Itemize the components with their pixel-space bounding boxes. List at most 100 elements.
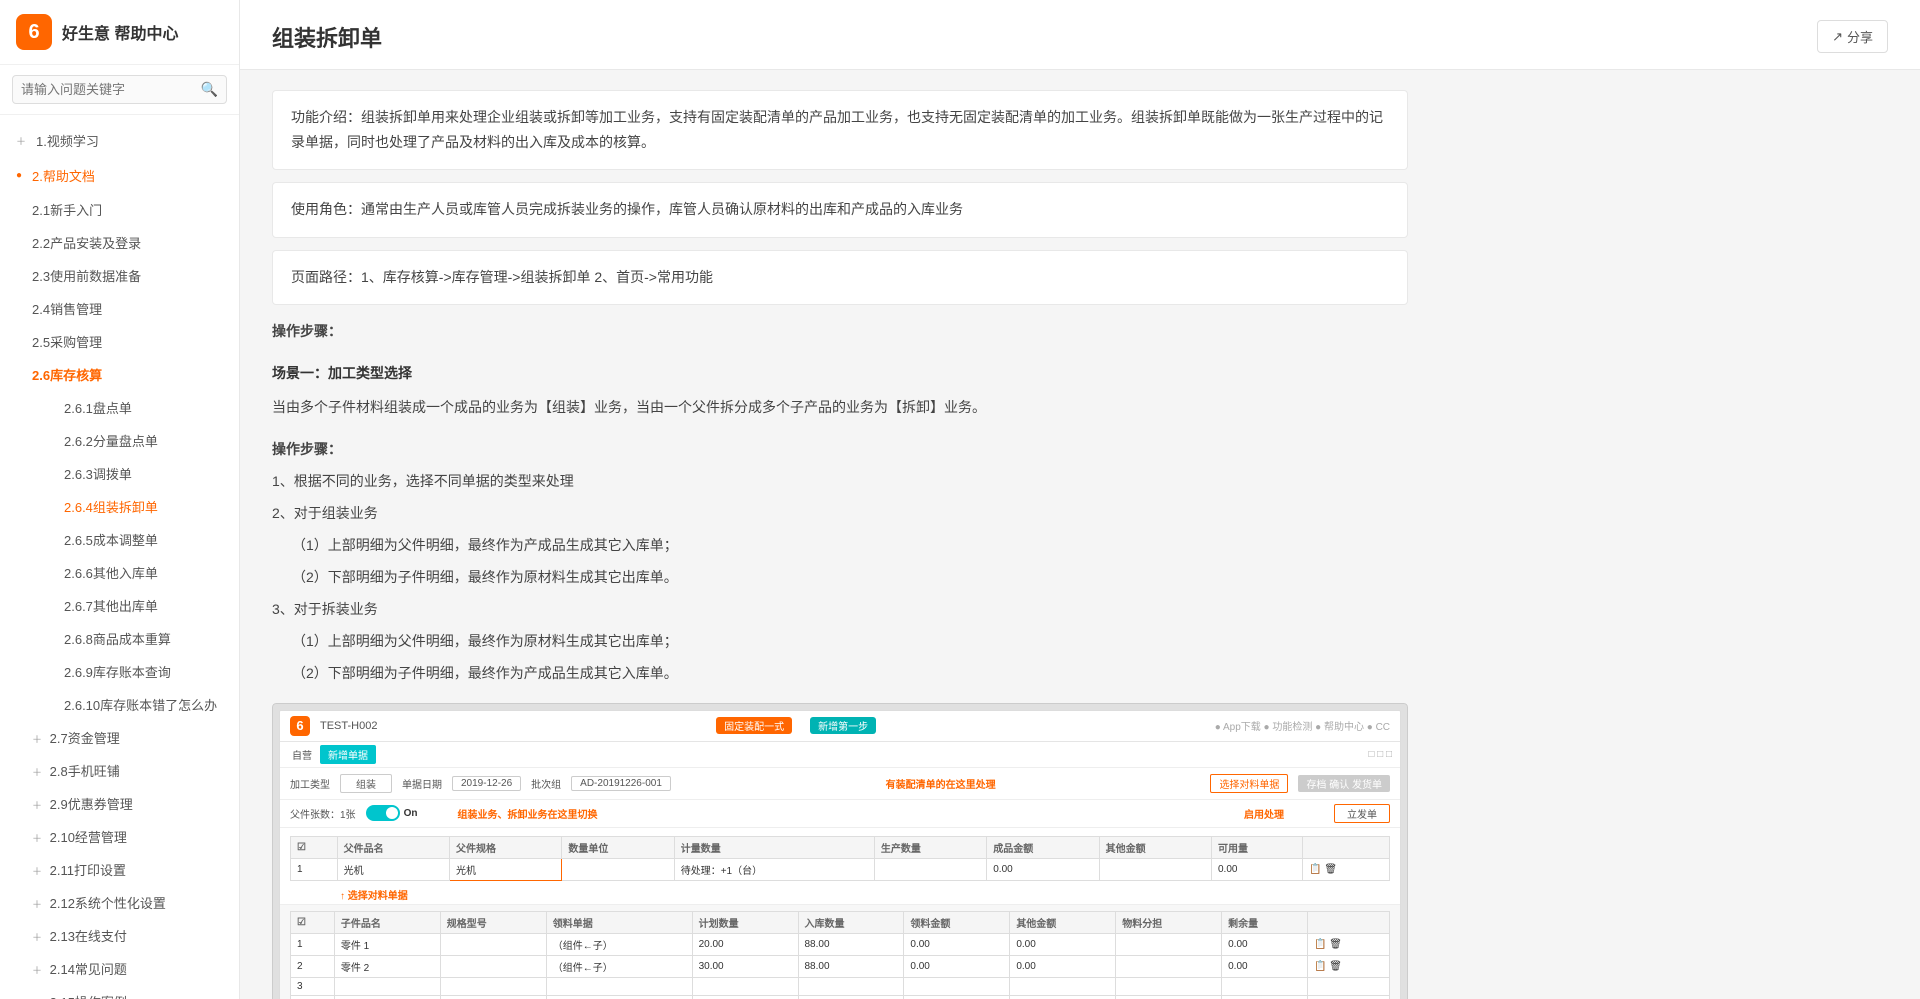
mock-lower-row4: 4 xyxy=(291,995,1390,999)
mock-lth-6: 领料金额 xyxy=(904,911,1010,933)
toggle-knob xyxy=(386,807,398,819)
mock-btn-save[interactable]: 存档 确认 发货单 xyxy=(1298,775,1390,792)
sidebar-item-finance[interactable]: ＋ 2.7资金管理 xyxy=(0,721,239,754)
expand-icon: ＋ xyxy=(16,133,26,148)
mock-lth-5: 入库数量 xyxy=(798,911,904,933)
step2-2: （2）下部明细为子件明细，最终作为原材料生成其它出库单。 xyxy=(292,563,1408,591)
mock-lth-10 xyxy=(1308,911,1390,933)
mock-lth-8: 物料分担 xyxy=(1116,911,1222,933)
expand-icon-docs: ● xyxy=(16,170,22,181)
mock-ltd-name1: 零件 1 xyxy=(334,933,440,955)
sidebar-item-print[interactable]: ＋ 2.11打印设置 xyxy=(0,853,239,886)
mock-td-name: 光机 xyxy=(337,858,449,880)
mock-process-btn[interactable]: 立发单 xyxy=(1334,804,1390,823)
mock-annotation4: 启用处理 xyxy=(1244,806,1284,821)
sidebar-item-goodscost[interactable]: 2.6.8商品成本重算 xyxy=(16,622,239,655)
scenario1-desc: 当由多个子件材料组装成一个成品的业务为【组装】业务，当由一个父件拆分成多个子产品… xyxy=(272,393,1408,421)
sidebar-item-ops[interactable]: ＋ 2.10经营管理 xyxy=(0,820,239,853)
sidebar-item-assembly[interactable]: 2.6.4组装拆卸单 xyxy=(16,490,239,523)
sidebar-item-video[interactable]: ＋ 1.视频学习 xyxy=(0,123,239,158)
sidebar-item-case[interactable]: ＋ 2.15操作案例 xyxy=(0,985,239,999)
steps-block: 操作步骤： 场景一：加工类型选择 当由多个子件材料组装成一个成品的业务为【组装】… xyxy=(272,317,1408,687)
mock-form-label1: 加工类型 xyxy=(290,776,330,791)
logo-icon: 6 xyxy=(16,14,52,50)
mock-action-btn: 新增第一步 xyxy=(810,717,876,734)
step3-2: （2）下部明细为子件明细，最终作为产成品生成其它入库单。 xyxy=(292,659,1408,687)
step1: 1、根据不同的业务，选择不同单据的类型来处理 xyxy=(272,467,1408,495)
sidebar-item-onlinepay[interactable]: ＋ 2.13在线支付 xyxy=(0,919,239,952)
sidebar-item-docs[interactable]: ● 2.帮助文档 xyxy=(0,158,239,193)
mock-btn-select[interactable]: 选择对料单据 xyxy=(1210,774,1288,793)
search-input[interactable] xyxy=(21,82,201,97)
mock-count-label: 父件张数：1张 xyxy=(290,806,356,821)
mock-batch-input[interactable]: AD-20191226-001 xyxy=(571,776,671,791)
sidebar-item-coupon[interactable]: ＋ 2.9优惠券管理 xyxy=(0,787,239,820)
mock-nav-active[interactable]: 新增单据 xyxy=(320,745,376,764)
step3-1: （1）上部明细为父件明细，最终作为原材料生成其它出库单； xyxy=(292,627,1408,655)
mock-td-qty2 xyxy=(874,858,986,880)
sidebar-item-otherinbound[interactable]: 2.6.6其他入库单 xyxy=(16,556,239,589)
sidebar: 6 好生意 帮助中心 🔍 ＋ 1.视频学习 ● 2.帮助文档 2.1新手入门 2… xyxy=(0,0,240,999)
sidebar-item-newbie[interactable]: 2.1新手入门 xyxy=(0,193,239,226)
mock-toggle-area[interactable]: On xyxy=(366,805,418,821)
mock-upper-row1: 1 光机 光机 待处理：+1（台） 0.00 0.00 📋 🗑 xyxy=(291,858,1390,880)
mock-td-spec: 光机 xyxy=(449,858,561,880)
mock-td-avail: 0.00 xyxy=(1212,858,1303,880)
mock-annotation3: 组装业务、拆卸业务在这里切换 xyxy=(457,806,597,821)
mock-annotation1: 有装配清单的在这里处理 xyxy=(681,776,1201,791)
sidebar-item-mobile[interactable]: ＋ 2.8手机旺铺 xyxy=(0,754,239,787)
nav-list: ＋ 1.视频学习 ● 2.帮助文档 2.1新手入门 2.2产品安装及登录 2.3… xyxy=(0,115,239,999)
role-desc-block: 使用角色：通常由生产人员或库管人员完成拆装业务的操作，库管人员确认原材料的出库和… xyxy=(272,182,1408,237)
content-body: 功能介绍：组装拆卸单用来处理企业组装或拆卸等加工业务，支持有固定装配清单的产品加… xyxy=(240,70,1440,999)
mock-lower-table: ☑ 子件品名 规格型号 领料单据 计划数量 入库数量 领料金额 其他金额 物料分… xyxy=(290,911,1390,999)
sidebar-item-otheroutbound[interactable]: 2.6.7其他出库单 xyxy=(16,589,239,622)
mock-th-3: 数量单位 xyxy=(562,836,674,858)
sidebar-item-stockerror[interactable]: 2.6.10库存账本错了怎么办 xyxy=(16,688,239,721)
sidebar-item-splitstock[interactable]: 2.6.2分量盘点单 xyxy=(16,424,239,457)
share-button[interactable]: ↗ 分享 xyxy=(1817,20,1888,53)
sidebar-item-install[interactable]: 2.2产品安装及登录 xyxy=(0,226,239,259)
search-box[interactable]: 🔍 xyxy=(12,75,227,104)
sidebar-item-stocktake[interactable]: 2.6.1盘点单 xyxy=(16,391,239,424)
sidebar-item-sales[interactable]: 2.4销售管理 xyxy=(0,292,239,325)
mock-date-input[interactable]: 2019-12-26 xyxy=(452,776,521,791)
mock-td-unit xyxy=(562,858,674,880)
sidebar-item-faq[interactable]: ＋ 2.14常见问题 xyxy=(0,952,239,985)
search-icon[interactable]: 🔍 xyxy=(201,81,218,98)
mock-td-ops: 📋 🗑 xyxy=(1303,858,1390,880)
mock-th-check: ☑ xyxy=(291,836,338,858)
mock-ltd-name2: 零件 2 xyxy=(334,955,440,977)
share-icon: ↗ xyxy=(1832,29,1843,45)
sidebar-item-stockcheck[interactable]: 2.6.9库存账本查询 xyxy=(16,655,239,688)
main-content: 组装拆卸单 ↗ 分享 功能介绍：组装拆卸单用来处理企业组装或拆卸等加工业务，支持… xyxy=(240,0,1920,999)
mock-nav-left[interactable]: 自营 xyxy=(288,745,316,764)
logo-text: 好生意 帮助中心 xyxy=(62,20,178,44)
mock-app-id: TEST-H002 xyxy=(320,720,377,732)
scenario1-title: 场景一：加工类型选择 xyxy=(272,359,1408,387)
mock-batch-label: 批次组 xyxy=(531,776,561,791)
sidebar-item-adjust[interactable]: 2.6.3调拨单 xyxy=(16,457,239,490)
content-header: 组装拆卸单 ↗ 分享 xyxy=(240,0,1920,70)
mock-th-1: 父件品名 xyxy=(337,836,449,858)
sidebar-item-inventory[interactable]: 2.6库存核算 xyxy=(0,358,239,391)
mock-lower-row1: 1 零件 1 （组件←子） 20.00 88.00 0.00 0.00 xyxy=(291,933,1390,955)
sidebar-item-sysconfig[interactable]: ＋ 2.12系统个性化设置 xyxy=(0,886,239,919)
mock-td-idx: 1 xyxy=(291,858,338,880)
mock-lth-1: 子件品名 xyxy=(334,911,440,933)
mock-th-4: 计量数量 xyxy=(674,836,874,858)
step2: 2、对于组装业务 xyxy=(272,499,1408,527)
sidebar-item-data[interactable]: 2.3使用前数据准备 xyxy=(0,259,239,292)
function-desc: 功能介绍：组装拆卸单用来处理企业组装或拆卸等加工业务，支持有固定装配清单的产品加… xyxy=(291,109,1383,150)
logo-area: 6 好生意 帮助中心 xyxy=(0,0,239,65)
step2-1: （1）上部明细为父件明细，最终作为产成品生成其它入库单； xyxy=(292,531,1408,559)
path-desc-block: 页面路径：1、库存核算->库存管理->组装拆卸单 2、首页->常用功能 xyxy=(272,250,1408,305)
sidebar-item-purchase[interactable]: 2.5采购管理 xyxy=(0,325,239,358)
mock-date-label: 单据日期 xyxy=(402,776,442,791)
sidebar-item-costadj[interactable]: 2.6.5成本调整单 xyxy=(16,523,239,556)
mock-td-qty1: 待处理：+1（台） xyxy=(674,858,874,880)
mock-type-input[interactable]: 组装 xyxy=(340,774,392,793)
mock-screenshot: 6 TEST-H002 固定装配一式 新增第一步 ● App下载 ● 功能检测 … xyxy=(279,710,1401,999)
mock-toggle[interactable] xyxy=(366,805,400,821)
mock-logo: 6 xyxy=(290,716,310,736)
mock-th-5: 生产数量 xyxy=(874,836,986,858)
